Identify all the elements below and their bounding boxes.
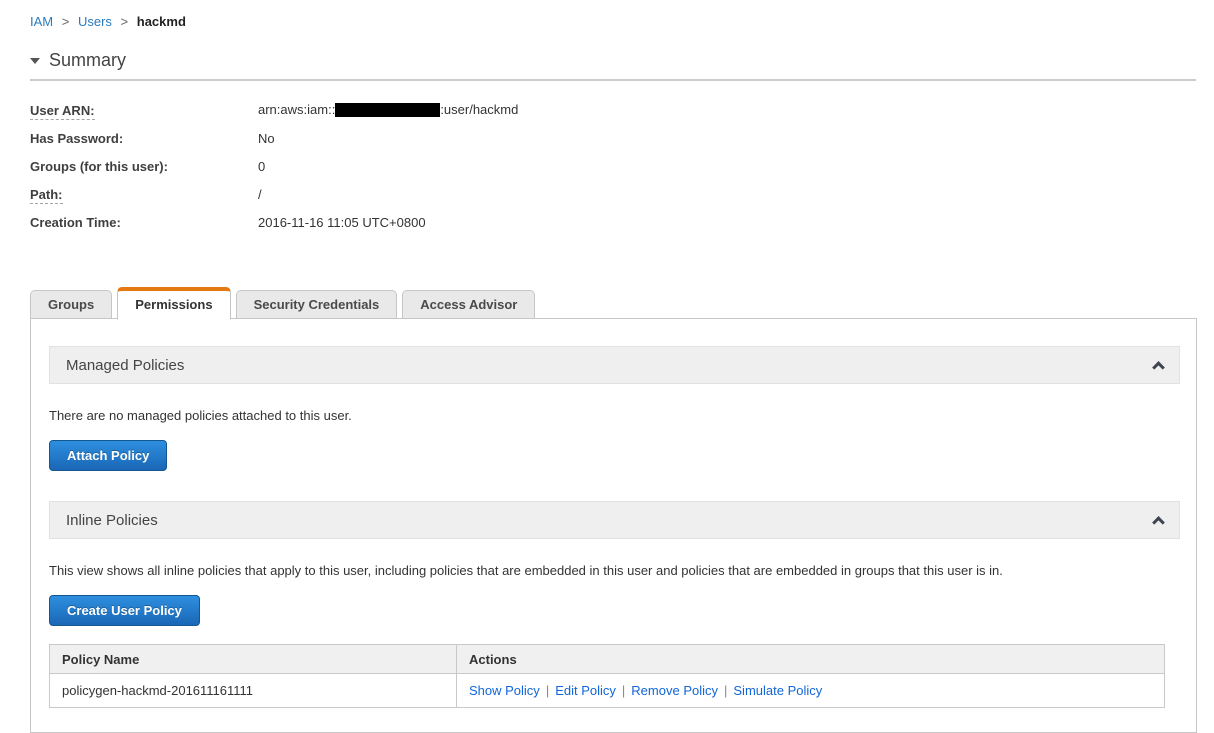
table-header-row: Policy Name Actions bbox=[49, 644, 1165, 674]
column-header-policy-name: Policy Name bbox=[49, 644, 457, 674]
managed-policies-header: Managed Policies bbox=[49, 346, 1180, 384]
summary-title: Summary bbox=[49, 50, 127, 70]
summary-grid: User ARN: arn:aws:iam:::user/hackmd Has … bbox=[30, 96, 1198, 236]
create-user-policy-button[interactable]: Create User Policy bbox=[49, 595, 200, 626]
table-row: policygen-hackmd-201611161111 Show Polic… bbox=[49, 673, 1165, 708]
action-separator: | bbox=[621, 683, 626, 698]
inline-policies-header: Inline Policies bbox=[49, 501, 1180, 539]
attach-policy-button[interactable]: Attach Policy bbox=[49, 440, 168, 471]
breadcrumb-current-user: hackmd bbox=[136, 14, 186, 29]
summary-label: User ARN: bbox=[30, 102, 95, 120]
policy-actions-cell: Show Policy | Edit Policy | Remove Policy | Si… bbox=[456, 673, 1165, 708]
breadcrumb-link-users[interactable]: Users bbox=[78, 14, 112, 29]
path-value: / bbox=[258, 186, 262, 202]
breadcrumb-separator: > bbox=[120, 14, 129, 29]
tab-access-advisor[interactable]: Access Advisor bbox=[402, 290, 536, 319]
summary-label: Has Password: bbox=[30, 130, 124, 146]
summary-row-has-password: Has Password: No bbox=[30, 124, 1198, 152]
managed-policies-title: Managed Policies bbox=[66, 356, 185, 374]
breadcrumb: IAM > Users > hackmd bbox=[30, 14, 1198, 29]
action-separator: | bbox=[724, 683, 728, 698]
summary-label: Groups (for this user): bbox=[30, 158, 168, 174]
tab-bar: Groups Permissions Security Credentials … bbox=[30, 287, 1198, 320]
summary-divider bbox=[30, 79, 1196, 81]
summary-row-creation-time: Creation Time: 2016-11-16 11:05 UTC+0800 bbox=[30, 208, 1198, 236]
summary-label: Path: bbox=[30, 186, 63, 204]
creation-time-value: 2016-11-16 11:05 UTC+0800 bbox=[258, 214, 426, 230]
chevron-up-icon[interactable] bbox=[1152, 361, 1165, 374]
tab-permissions[interactable]: Permissions bbox=[117, 287, 231, 320]
has-password-value: No bbox=[258, 130, 275, 146]
groups-count-value: 0 bbox=[258, 158, 266, 174]
tab-security-credentials[interactable]: Security Credentials bbox=[235, 290, 398, 319]
inline-policies-description: This view shows all inline policies that… bbox=[49, 563, 1003, 578]
edit-policy-link[interactable]: Edit Policy bbox=[555, 683, 616, 698]
redacted-account-id bbox=[335, 102, 441, 117]
remove-policy-link[interactable]: Remove Policy bbox=[631, 683, 718, 698]
user-arn-value: arn:aws:iam:::user/hackmd bbox=[258, 102, 519, 118]
summary-label: Creation Time: bbox=[30, 214, 121, 230]
inline-policies-title: Inline Policies bbox=[66, 511, 158, 529]
triangle-down-icon[interactable] bbox=[30, 57, 40, 64]
policy-name-cell: policygen-hackmd-201611161111 bbox=[49, 673, 457, 708]
action-separator: | bbox=[545, 683, 550, 698]
managed-policies-empty-text: There are no managed policies attached t… bbox=[49, 408, 352, 423]
permissions-tab-panel: Managed Policies There are no managed po… bbox=[30, 318, 1197, 733]
show-policy-link[interactable]: Show Policy bbox=[469, 683, 540, 698]
chevron-up-icon[interactable] bbox=[1152, 516, 1165, 529]
iam-user-detail-page: IAM > Users > hackmd Summary User ARN: a… bbox=[0, 0, 1214, 733]
summary-row-user-arn: User ARN: arn:aws:iam:::user/hackmd bbox=[30, 96, 1198, 124]
tab-groups[interactable]: Groups bbox=[30, 290, 113, 319]
column-header-actions: Actions bbox=[456, 644, 1165, 674]
summary-row-groups: Groups (for this user): 0 bbox=[30, 152, 1198, 180]
summary-header[interactable]: Summary bbox=[30, 50, 1198, 71]
summary-row-path: Path: / bbox=[30, 180, 1198, 208]
inline-policies-table: Policy Name Actions policygen-hackmd-201… bbox=[49, 644, 1165, 708]
breadcrumb-separator: > bbox=[61, 14, 70, 29]
simulate-policy-link[interactable]: Simulate Policy bbox=[733, 683, 822, 698]
breadcrumb-link-iam[interactable]: IAM bbox=[30, 14, 53, 29]
